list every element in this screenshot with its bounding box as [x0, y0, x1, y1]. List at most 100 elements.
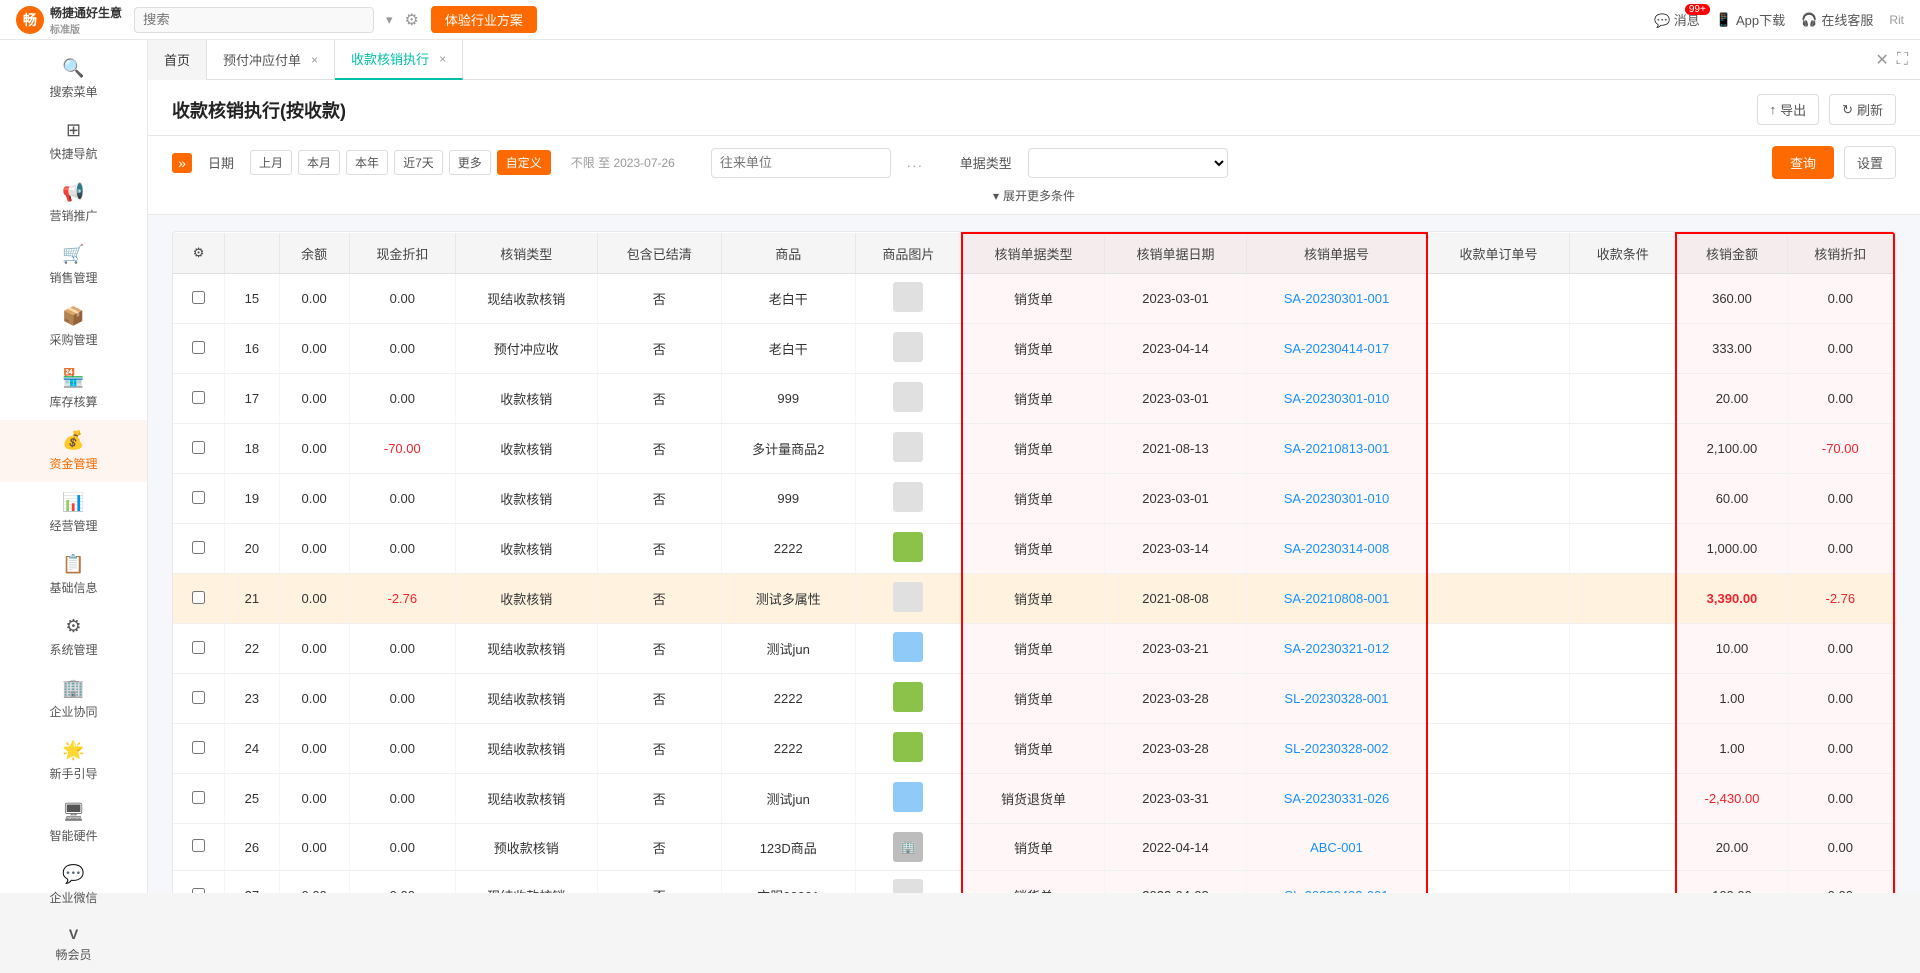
doc-no-link[interactable]: ABC-001 — [1310, 840, 1363, 855]
doc-no-link[interactable]: SL-20230328-001 — [1284, 691, 1388, 706]
table-body: 15 0.00 0.00 现结收款核销 否 老白干 销货单 2023-03-01… — [173, 274, 1894, 894]
query-button[interactable]: 查询 — [1772, 146, 1834, 179]
doc-no-link[interactable]: SA-20230301-010 — [1284, 391, 1390, 406]
td-checkbox[interactable] — [173, 624, 225, 674]
td-checkbox[interactable] — [173, 324, 225, 374]
td-checkbox[interactable] — [173, 374, 225, 424]
td-receipt-condition — [1570, 724, 1677, 774]
filter-btn-this-year[interactable]: 本年 — [346, 150, 388, 175]
filter-btn-last-month[interactable]: 上月 — [250, 150, 292, 175]
td-product: 2222 — [721, 524, 855, 574]
td-writeoff-discount: 0.00 — [1787, 274, 1894, 324]
tab-prepay-close-icon[interactable]: × — [311, 53, 318, 67]
logo-sub: 标准版 — [50, 21, 122, 36]
sidebar-item-vip[interactable]: V 畅会员 — [0, 916, 147, 973]
td-receipt-order-no — [1427, 374, 1570, 424]
column-settings-icon[interactable]: ⚙ — [193, 245, 205, 260]
tab-home[interactable]: 首页 — [148, 40, 207, 80]
sidebar-item-purchase[interactable]: 📦 采购管理 — [0, 296, 147, 358]
td-writeoff-amount: 360.00 — [1676, 274, 1787, 324]
td-include-settled: 否 — [597, 774, 721, 824]
message-icon-area[interactable]: 💬 消息 99+ — [1654, 10, 1700, 29]
td-checkbox[interactable] — [173, 274, 225, 324]
doc-no-link[interactable]: SA-20230314-008 — [1284, 541, 1390, 556]
doc-no-link[interactable]: SA-20230301-010 — [1284, 491, 1390, 506]
td-receipt-condition — [1570, 674, 1677, 724]
filter-dots: ... — [907, 155, 924, 170]
maximize-window-icon[interactable]: ⛶ — [1897, 51, 1908, 69]
sidebar-item-wechat[interactable]: 💬 企业微信 — [0, 854, 147, 916]
sidebar-item-sales[interactable]: 🛒 销售管理 — [0, 234, 147, 296]
sidebar-item-search[interactable]: 🔍 搜索菜单 — [0, 48, 147, 110]
doc-no-link[interactable]: SL-20230408-001 — [1284, 888, 1388, 893]
td-receipt-condition — [1570, 624, 1677, 674]
sidebar-item-operations[interactable]: 📊 经营管理 — [0, 482, 147, 544]
dropdown-chevron-icon[interactable]: ▾ — [386, 12, 393, 28]
td-doc-date: 2023-03-31 — [1105, 774, 1247, 824]
sidebar-item-quicknav[interactable]: ⊞ 快捷导航 — [0, 110, 147, 172]
td-checkbox[interactable] — [173, 774, 225, 824]
td-checkbox[interactable] — [173, 424, 225, 474]
top-search-input[interactable] — [134, 7, 374, 33]
guide-icon: 🌟 — [62, 740, 84, 761]
td-checkbox[interactable] — [173, 674, 225, 724]
setting-button[interactable]: 设置 — [1844, 146, 1896, 179]
td-receipt-condition — [1570, 374, 1677, 424]
doc-type-select-wrapper — [1028, 148, 1228, 178]
td-product-img — [855, 774, 962, 824]
table-row: 25 0.00 0.00 现结收款核销 否 测试jun 销货退货单 2023-0… — [173, 774, 1894, 824]
doc-no-link[interactable]: SA-20210808-001 — [1284, 591, 1390, 606]
td-checkbox[interactable] — [173, 724, 225, 774]
td-checkbox[interactable] — [173, 824, 225, 871]
app-download-link[interactable]: 📱 App下载 — [1716, 10, 1785, 29]
td-checkbox[interactable] — [173, 524, 225, 574]
td-checkbox[interactable] — [173, 574, 225, 624]
sidebar-item-hardware[interactable]: 🖥 智能硬件 — [0, 792, 147, 854]
td-checkbox[interactable] — [173, 871, 225, 894]
filter-btn-this-month[interactable]: 本月 — [298, 150, 340, 175]
doc-no-link[interactable]: SA-20230331-026 — [1284, 791, 1390, 806]
td-receipt-order-no — [1427, 674, 1570, 724]
sidebar-item-inventory[interactable]: 🏪 库存核算 — [0, 358, 147, 420]
settings-gear-icon[interactable]: ⚙ — [405, 10, 419, 30]
filter-btn-7days[interactable]: 近7天 — [394, 150, 443, 175]
tab-prepay-label: 预付冲应付单 — [223, 50, 301, 69]
filter-btn-more[interactable]: 更多 — [449, 150, 491, 175]
td-receipt-order-no — [1427, 871, 1570, 894]
from-unit-input[interactable] — [711, 148, 891, 178]
td-receipt-condition — [1570, 774, 1677, 824]
doc-no-link[interactable]: SA-20230414-017 — [1284, 341, 1390, 356]
sidebar-item-basic[interactable]: 📋 基础信息 — [0, 544, 147, 606]
expand-more-button[interactable]: ▾ 展开更多条件 — [993, 187, 1075, 204]
th-gear[interactable]: ⚙ — [173, 233, 225, 274]
th-cash-discount: 现金折扣 — [349, 233, 455, 274]
td-checkbox[interactable] — [173, 474, 225, 524]
tab-writeoff[interactable]: 收款核销执行 × — [335, 40, 463, 80]
doc-no-link[interactable]: SA-20210813-001 — [1284, 441, 1390, 456]
td-writeoff-amount: -2,430.00 — [1676, 774, 1787, 824]
sidebar-item-enterprise[interactable]: 🏢 企业协同 — [0, 668, 147, 730]
doc-no-link[interactable]: SA-20230321-012 — [1284, 641, 1390, 656]
refresh-button[interactable]: ↻ 刷新 — [1829, 94, 1896, 125]
td-seq: 18 — [225, 424, 279, 474]
tab-prepay[interactable]: 预付冲应付单 × — [207, 40, 335, 80]
filter-expand-button[interactable]: » — [172, 153, 192, 173]
table-header: ⚙ 余额 现金折扣 核销类型 包含已结清 商品 商品图片 核销单据类型 核销单据… — [173, 233, 1894, 274]
td-balance: 0.00 — [279, 424, 349, 474]
td-product-img — [855, 424, 962, 474]
online-service-link[interactable]: 🎧 在线客服 — [1801, 10, 1873, 29]
industry-solution-button[interactable]: 体验行业方案 — [431, 6, 537, 33]
sidebar-item-finance[interactable]: 💰 资金管理 — [0, 420, 147, 482]
doc-no-link[interactable]: SA-20230301-001 — [1284, 291, 1390, 306]
doc-type-select[interactable] — [1028, 148, 1228, 178]
td-writeoff-type: 收款核销 — [455, 574, 597, 624]
sidebar-item-system[interactable]: ⚙ 系统管理 — [0, 606, 147, 668]
filter-btn-custom[interactable]: 自定义 — [497, 150, 551, 175]
sidebar-item-marketing[interactable]: 📢 营销推广 — [0, 172, 147, 234]
sidebar-item-guide[interactable]: 🌟 新手引导 — [0, 730, 147, 792]
tab-writeoff-close-icon[interactable]: × — [439, 52, 446, 66]
close-window-icon[interactable]: ✕ — [1875, 50, 1888, 70]
td-writeoff-discount: 0.00 — [1787, 724, 1894, 774]
doc-no-link[interactable]: SL-20230328-002 — [1284, 741, 1388, 756]
export-button[interactable]: ↑ 导出 — [1757, 94, 1820, 125]
